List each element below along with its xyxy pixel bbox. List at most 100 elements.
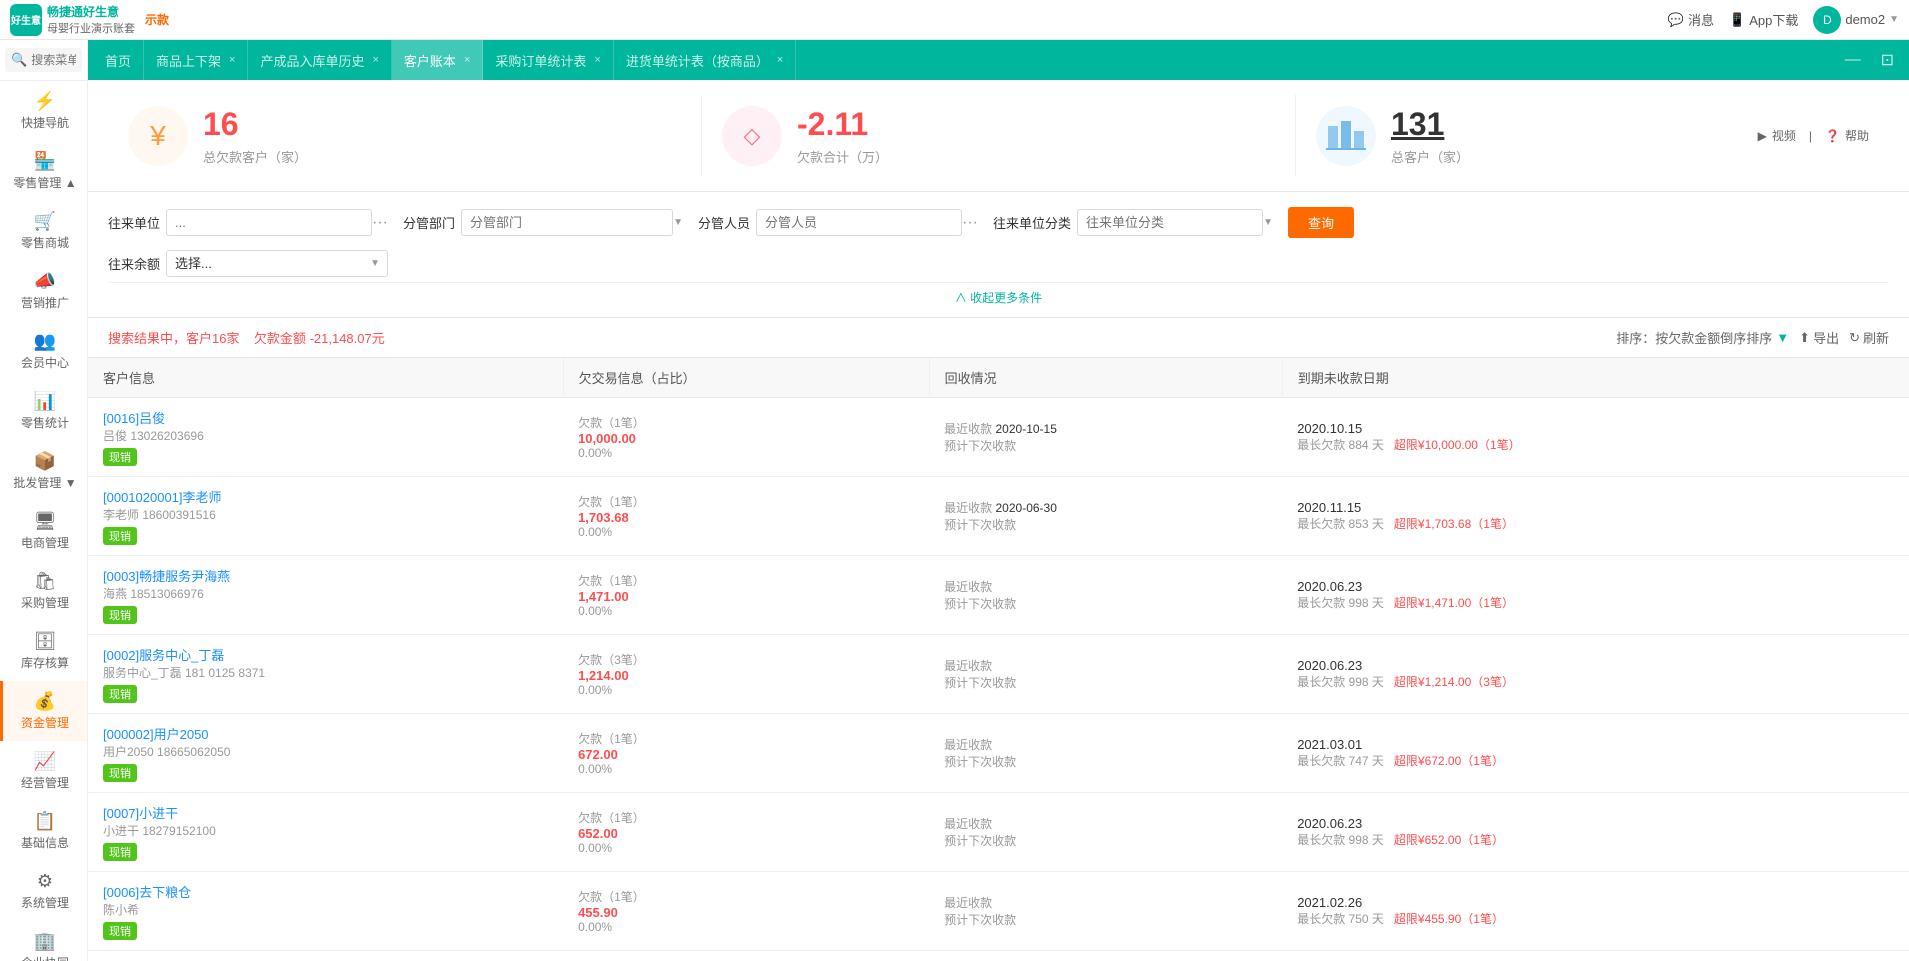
debt-amount[interactable]: 672.00 — [578, 747, 914, 762]
balance-select[interactable]: 选择... — [166, 250, 388, 277]
retail-mgmt-icon: 🏪 — [34, 151, 56, 172]
tab-close-purchase[interactable]: × — [594, 54, 600, 66]
sidebar-item-enterprise[interactable]: 🏢 企业协同 — [0, 921, 87, 961]
sidebar-item-member[interactable]: 👥 会员中心 — [0, 321, 87, 381]
tab-minimize-btn[interactable]: — — [1835, 51, 1871, 69]
customer-badge: 现销 — [103, 448, 137, 466]
person-input[interactable] — [756, 209, 962, 236]
debt-amount[interactable]: 1,703.68 — [578, 510, 914, 525]
search-input[interactable] — [31, 53, 76, 67]
tab-close-goods[interactable]: × — [229, 54, 235, 66]
tab-close-import[interactable]: × — [777, 54, 783, 66]
app-download-btn[interactable]: 📱 App下载 — [1729, 10, 1798, 29]
overdue-amount-link[interactable]: 超限¥652.00（1笔） — [1394, 833, 1504, 847]
collapse-bar[interactable]: ∧ 收起更多条件 — [108, 282, 1889, 312]
sidebar-item-marketing[interactable]: 📣 营销推广 — [0, 261, 87, 321]
sidebar-item-batch-mgmt[interactable]: 📦 批发管理 ▼ — [0, 441, 87, 501]
avatar: D — [1813, 6, 1841, 34]
sidebar-item-retail-mgmt[interactable]: 🏪 零售管理 ▲ — [0, 141, 87, 201]
tab-goods-on-off[interactable]: 商品上下架 × — [144, 40, 248, 80]
person-dots-icon[interactable]: ··· — [962, 214, 978, 232]
summary-card-total-customers: 131 总客户（家） ▶ 视频 | ❓ 帮助 — [1296, 95, 1889, 176]
member-icon: 👥 — [34, 331, 56, 352]
sidebar-item-retail-stats[interactable]: 📊 零售统计 — [0, 381, 87, 441]
customer-link[interactable]: [0002]服务中心_丁磊 — [103, 648, 224, 663]
tab-maximize-btn[interactable]: ⊡ — [1871, 50, 1904, 70]
customer-link[interactable]: [0016]吕俊 — [103, 411, 165, 426]
tab-close-customer[interactable]: × — [464, 54, 470, 66]
tab-product-history[interactable]: 产成品入库单历史 × — [248, 40, 391, 80]
overdue-amount-link[interactable]: 超限¥455.90（1笔） — [1394, 912, 1504, 926]
customer-info-cell: [0016]吕俊 吕俊 13026203696 现销 — [88, 398, 563, 477]
debt-customers-label: 总欠款客户（家） — [203, 147, 307, 166]
collapse-label: 收起更多条件 — [970, 291, 1042, 305]
overdue-amount-link[interactable]: 超限¥1,703.68（1笔） — [1394, 517, 1514, 531]
tab-purchase-order[interactable]: 采购订单统计表 × — [483, 40, 613, 80]
debt-ratio: 0.00% — [578, 683, 914, 697]
sort-arrow-icon[interactable]: ▼ — [1776, 330, 1789, 345]
table-row: [0002]服务中心_丁磊 服务中心_丁磊 181 0125 8371 现销 欠… — [88, 635, 1909, 714]
tab-close-product[interactable]: × — [372, 54, 378, 66]
customer-phone: 李老师 18600391516 — [103, 506, 548, 523]
table-row: [0016]吕俊 吕俊 13026203696 现销 欠款（1笔） 10,000… — [88, 398, 1909, 477]
category-input[interactable] — [1077, 209, 1263, 236]
customer-badge: 现销 — [103, 764, 137, 782]
customer-name: [000002]用户2050 — [103, 724, 548, 743]
collect-status-cell: 最近收款 预计下次收款 — [929, 556, 1282, 635]
expand-label[interactable]: 示款 — [145, 11, 169, 28]
message-btn[interactable]: 💬 消息 — [1668, 10, 1714, 29]
debt-amount[interactable]: 455.90 — [578, 905, 914, 920]
sidebar-item-label: 零售统计 — [21, 414, 69, 431]
debt-amount[interactable]: 1,214.00 — [578, 668, 914, 683]
debt-amount[interactable]: 1,471.00 — [578, 589, 914, 604]
sidebar-item-quick-nav[interactable]: ⚡ 快捷导航 — [0, 81, 87, 141]
sidebar-item-label: 企业协同 — [21, 954, 69, 961]
overdue-amount-link[interactable]: 超限¥10,000.00（1笔） — [1394, 438, 1521, 452]
overdue-amount-link[interactable]: 超限¥1,471.00（1笔） — [1394, 596, 1514, 610]
sidebar-item-ecommerce[interactable]: 🖥 电商管理 — [0, 501, 87, 561]
sidebar-item-stock-check[interactable]: 🗄 库存核算 — [0, 621, 87, 681]
help-label[interactable]: 帮助 — [1845, 127, 1869, 144]
top-bar-right: 💬 消息 📱 App下载 D demo2 ▼ — [1668, 6, 1899, 34]
sidebar-item-system[interactable]: ⚙ 系统管理 — [0, 861, 87, 921]
th-customer-info: 客户信息 — [88, 358, 563, 398]
sort-control: 排序：按欠款金额倒序排序 ▼ — [1616, 328, 1789, 347]
customer-link[interactable]: [0007]小进干 — [103, 806, 178, 821]
customer-phone: 陈小希 — [103, 901, 548, 918]
customer-link[interactable]: [0006]去下粮仓 — [103, 885, 191, 900]
dept-arrow-icon[interactable]: ▼ — [673, 217, 683, 228]
customer-link[interactable]: [0003]畅捷服务尹海燕 — [103, 569, 230, 584]
sidebar-item-basic-info[interactable]: 📋 基础信息 — [0, 801, 87, 861]
sidebar-item-label: 基础信息 — [21, 834, 69, 851]
customer-phone: 小进干 18279152100 — [103, 822, 548, 839]
user-menu[interactable]: D demo2 ▼ — [1813, 6, 1899, 34]
view-label[interactable]: 视频 — [1772, 127, 1796, 144]
overdue-amount-link[interactable]: 超限¥1,214.00（3笔） — [1394, 675, 1514, 689]
vendor-dots-icon[interactable]: ··· — [372, 214, 388, 232]
dept-input[interactable] — [461, 209, 673, 236]
refresh-btn[interactable]: ↻ 刷新 — [1849, 328, 1889, 347]
customer-link[interactable]: [000002]用户2050 — [103, 727, 209, 742]
vendor-input[interactable] — [166, 209, 372, 236]
debt-amount[interactable]: 652.00 — [578, 826, 914, 841]
search-button[interactable]: 查询 — [1288, 207, 1354, 238]
sidebar-item-purchase[interactable]: 🛍 采购管理 — [0, 561, 87, 621]
sidebar-item-operation[interactable]: 📈 经营管理 — [0, 741, 87, 801]
overdue-amount-link[interactable]: 超限¥672.00（1笔） — [1394, 754, 1504, 768]
sidebar-item-label: 营销推广 — [21, 294, 69, 311]
debt-count: 欠款（1笔） — [578, 809, 914, 826]
category-arrow-icon[interactable]: ▼ — [1263, 217, 1273, 228]
tab-bar-actions: — ⊡ — [1835, 50, 1904, 70]
tab-import-stats[interactable]: 进货单统计表（按商品） × — [614, 40, 796, 80]
sidebar-item-fund-mgmt[interactable]: 💰 资金管理 — [0, 681, 87, 741]
customer-name: [0006]去下粮仓 — [103, 882, 548, 901]
debt-amount[interactable]: 10,000.00 — [578, 431, 914, 446]
due-date: 2020.06.23 — [1297, 579, 1894, 594]
sidebar-item-retail-store[interactable]: 🛒 零售商城 — [0, 201, 87, 261]
customer-link[interactable]: [0001020001]李老师 — [103, 490, 222, 505]
due-date: 2020.06.23 — [1297, 816, 1894, 831]
tab-customer-account[interactable]: 客户账本 × — [392, 40, 483, 80]
vendor-label: 往来单位 — [108, 213, 160, 232]
tab-home[interactable]: 首页 — [93, 40, 144, 80]
export-btn[interactable]: ⬆ 导出 — [1799, 328, 1839, 347]
